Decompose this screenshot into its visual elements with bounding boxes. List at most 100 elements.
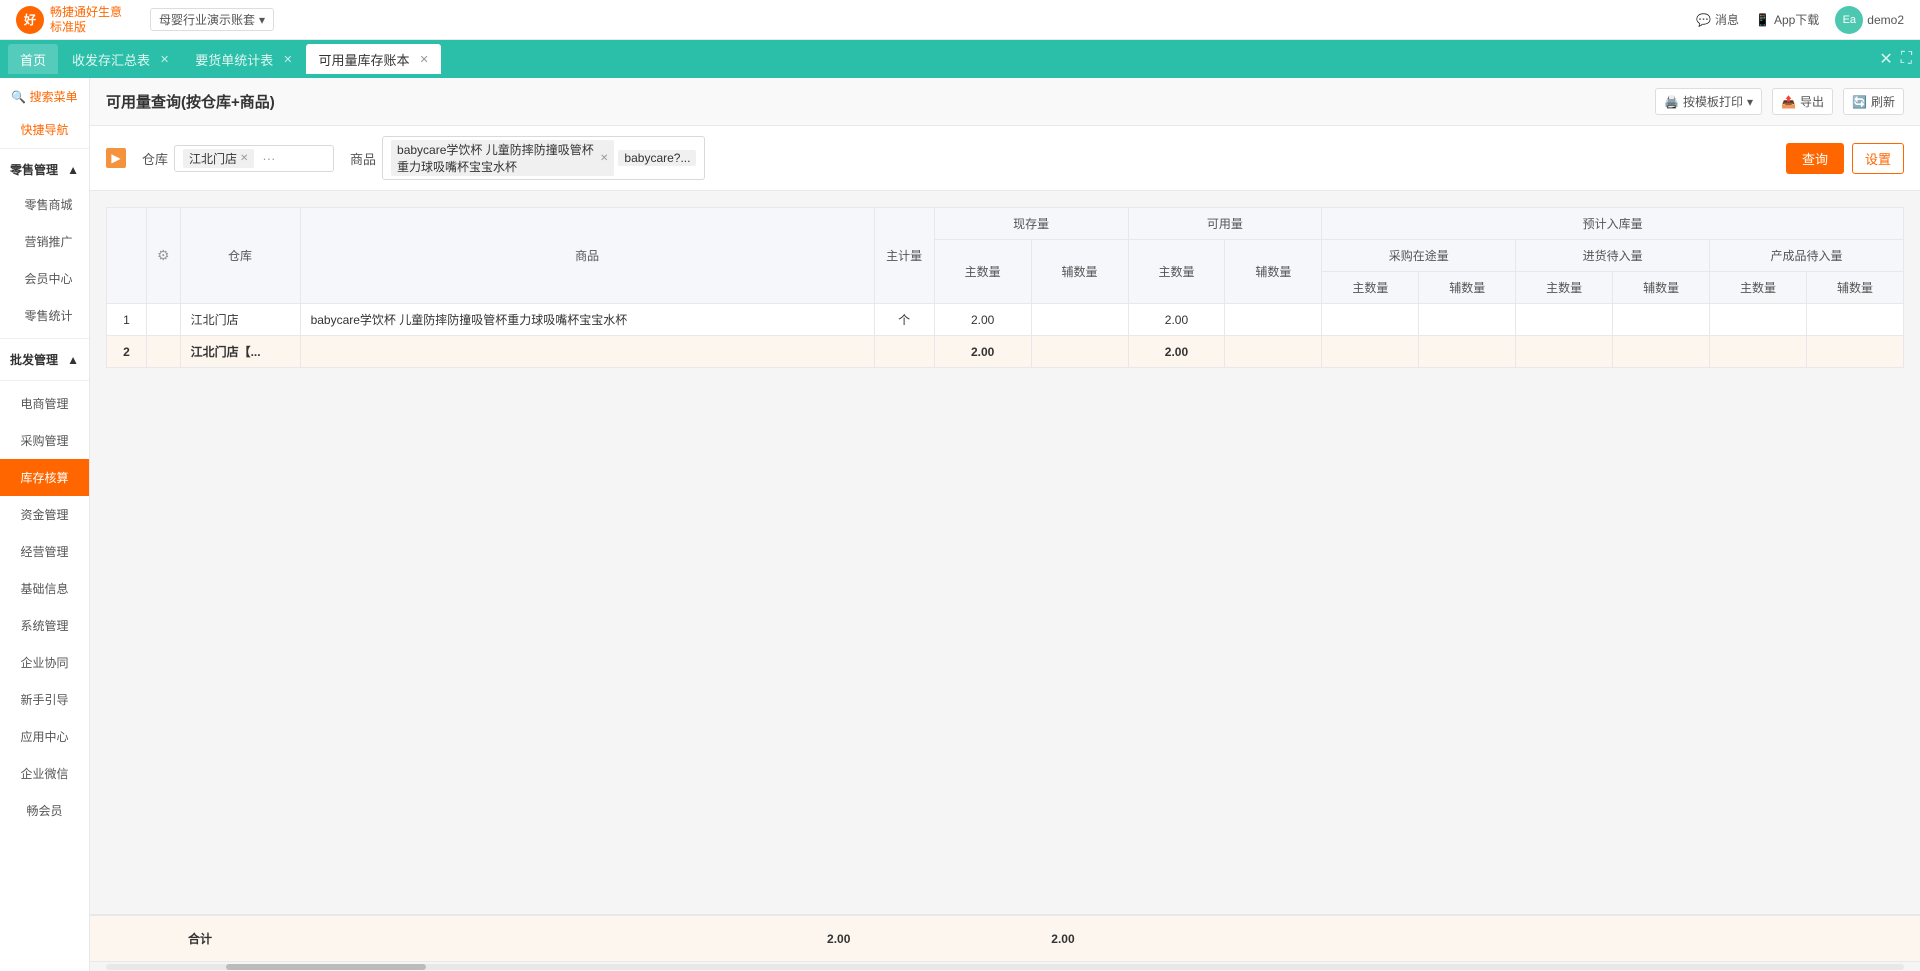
- export-button[interactable]: 📤 导出: [1772, 88, 1833, 115]
- row-1-stock-sub: [1031, 304, 1128, 336]
- sidebar-item-ecommerce[interactable]: 电商管理: [0, 385, 89, 422]
- col-production-sub-header: 辅数量: [1806, 272, 1903, 304]
- row-1-production-sub: [1806, 304, 1903, 336]
- warehouse-tag: 江北门店 ✕: [183, 149, 254, 168]
- top-bar-left: 好 畅捷通好生意 标准版 母婴行业演示账套 ▾: [16, 5, 274, 34]
- row-2-available-sub: [1225, 336, 1322, 368]
- sidebar-search[interactable]: 🔍 搜索菜单: [0, 78, 89, 115]
- row-1-num: 1: [107, 304, 147, 336]
- expand-tabs-button[interactable]: ⛶: [1901, 50, 1912, 68]
- print-button[interactable]: 🖨️ 按模板打印 ▾: [1655, 88, 1762, 115]
- message-button[interactable]: 💬 消息: [1696, 11, 1739, 28]
- sidebar-item-system[interactable]: 系统管理: [0, 607, 89, 644]
- warehouse-filter-input[interactable]: 江北门店 ✕ ···: [174, 145, 334, 172]
- sidebar-item-inventory[interactable]: 库存核算: [0, 459, 89, 496]
- close-all-tabs-button[interactable]: ✕: [1879, 49, 1892, 69]
- col-product-header: 商品: [300, 208, 874, 304]
- row-1-incoming-main: [1516, 304, 1613, 336]
- row-2-incoming-main: [1516, 336, 1613, 368]
- nav-tabs: 首页 收发存汇总表 ✕ 要货单统计表 ✕ 可用量库存账本 ✕ ✕ ⛶: [0, 40, 1920, 78]
- table-footer: 合计 2.00 2.00: [90, 914, 1920, 961]
- col-incoming-sub-header: 辅数量: [1613, 272, 1710, 304]
- product-filter-label: 商品: [350, 149, 376, 168]
- product-tag-1-close[interactable]: ✕: [600, 153, 608, 164]
- top-bar-right: 💬 消息 📱 App下载 Ea demo2: [1696, 6, 1904, 34]
- row-1-warehouse: 江北门店: [180, 304, 300, 336]
- col-production-header: 产成品待入量: [1710, 240, 1904, 272]
- row-2-production-main: [1710, 336, 1807, 368]
- row-1-settings: [147, 304, 181, 336]
- page-title: 可用量查询(按仓库+商品): [106, 91, 275, 112]
- product-tag-1: babycare学饮杯 儿童防摔防撞吸管杯重力球吸嘴杯宝宝水杯 ✕: [391, 140, 614, 176]
- refresh-button[interactable]: 🔄 刷新: [1843, 88, 1904, 115]
- sidebar-quick-nav[interactable]: 快捷导航: [0, 115, 89, 144]
- sidebar-divider-3: [0, 380, 89, 381]
- bottom-scrollbar: [90, 961, 1920, 971]
- sidebar-item-purchase[interactable]: 采购管理: [0, 422, 89, 459]
- col-incoming-main-header: 主数量: [1516, 272, 1613, 304]
- footer-empty-2: [146, 924, 178, 953]
- query-button[interactable]: 查询: [1786, 143, 1844, 174]
- sidebar-item-wechat[interactable]: 企业微信: [0, 755, 89, 792]
- tab-stock-summary[interactable]: 收发存汇总表 ✕: [60, 44, 181, 74]
- col-purchase-sub-header: 辅数量: [1419, 272, 1516, 304]
- footer-label: 合计: [178, 924, 370, 953]
- footer-incoming-sub: [1568, 924, 1680, 953]
- row-1-purchase-sub: [1419, 304, 1516, 336]
- footer-production-main: [1680, 924, 1792, 953]
- row-2-num: 2: [107, 336, 147, 368]
- sidebar-item-marketing[interactable]: 营销推广: [0, 223, 89, 260]
- sidebar-item-enterprise[interactable]: 企业协同: [0, 644, 89, 681]
- col-production-main-header: 主数量: [1710, 272, 1807, 304]
- sidebar-item-operations[interactable]: 经营管理: [0, 533, 89, 570]
- row-2-purchase-main: [1322, 336, 1419, 368]
- store-selector[interactable]: 母婴行业演示账套 ▾: [150, 8, 274, 31]
- sidebar-item-retail-stats[interactable]: 零售统计: [0, 297, 89, 334]
- row-2-stock-main: 2.00: [934, 336, 1031, 368]
- col-available-sub-header: 辅数量: [1225, 240, 1322, 304]
- tab-order-stats[interactable]: 要货单统计表 ✕: [183, 44, 304, 74]
- row-1-unit: 个: [874, 304, 934, 336]
- page-actions: 🖨️ 按模板打印 ▾ 📤 导出 🔄 刷新: [1655, 88, 1904, 115]
- scrollbar-thumb[interactable]: [226, 964, 426, 970]
- footer-table: 合计 2.00 2.00: [106, 924, 1904, 953]
- tab-available-inventory[interactable]: 可用量库存账本 ✕: [306, 44, 440, 74]
- row-2-production-sub: [1806, 336, 1903, 368]
- sidebar-item-basic-info[interactable]: 基础信息: [0, 570, 89, 607]
- download-button[interactable]: 📱 App下载: [1755, 11, 1819, 28]
- row-1-production-main: [1710, 304, 1807, 336]
- sidebar-item-retail-mall[interactable]: 零售商城: [0, 186, 89, 223]
- row-1-available-sub: [1225, 304, 1322, 336]
- row-2-stock-sub: [1031, 336, 1128, 368]
- tab-close-available-inventory[interactable]: ✕: [420, 53, 429, 66]
- row-2-product: [300, 336, 874, 368]
- product-filter-input[interactable]: babycare学饮杯 儿童防摔防撞吸管杯重力球吸嘴杯宝宝水杯 ✕ babyca…: [382, 136, 705, 180]
- sidebar-item-new-guide[interactable]: 新手引导: [0, 681, 89, 718]
- col-stock-header: 现存量: [934, 208, 1128, 240]
- product-tag-2: babycare?...: [618, 150, 696, 166]
- col-settings-header[interactable]: ⚙: [147, 208, 181, 304]
- tab-close-order-stats[interactable]: ✕: [283, 53, 292, 66]
- sidebar-item-member-center[interactable]: 会员中心: [0, 260, 89, 297]
- filter-expand-button[interactable]: ▶: [106, 148, 126, 168]
- top-bar: 好 畅捷通好生意 标准版 母婴行业演示账套 ▾ 💬 消息 📱 App下载 Ea …: [0, 0, 1920, 40]
- page-header: 可用量查询(按仓库+商品) 🖨️ 按模板打印 ▾ 📤 导出 🔄 刷新: [90, 78, 1920, 126]
- filter-settings-button[interactable]: 设置: [1852, 143, 1904, 174]
- data-table: ⚙ 仓库 商品 主计量 现存量 可用量 预计入库量 主数量 辅数量 主数量 辅数…: [106, 207, 1904, 368]
- warehouse-tag-close[interactable]: ✕: [240, 153, 248, 164]
- footer-unit-empty: [723, 924, 783, 953]
- col-rownum-header: [107, 208, 147, 304]
- sidebar-item-app-center[interactable]: 应用中心: [0, 718, 89, 755]
- tab-home[interactable]: 首页: [8, 44, 58, 74]
- sidebar-item-retail-management[interactable]: 零售管理 ▲: [0, 153, 89, 186]
- tab-close-stock-summary[interactable]: ✕: [160, 53, 169, 66]
- sidebar-item-wholesale-management[interactable]: 批发管理 ▲: [0, 343, 89, 376]
- sidebar-item-finance[interactable]: 资金管理: [0, 496, 89, 533]
- warehouse-filter-label: 仓库: [142, 149, 168, 168]
- sidebar-item-member[interactable]: 畅会员: [0, 792, 89, 829]
- table-row-subtotal: 2 江北门店【... 2.00 2.00: [107, 336, 1904, 368]
- warehouse-filter-dots[interactable]: ···: [258, 151, 279, 166]
- table-row: 1 江北门店 babycare学饮杯 儿童防摔防撞吸管杯重力球吸嘴杯宝宝水杯 个…: [107, 304, 1904, 336]
- user-avatar[interactable]: Ea demo2: [1835, 6, 1904, 34]
- table-settings-icon[interactable]: ⚙: [157, 247, 170, 263]
